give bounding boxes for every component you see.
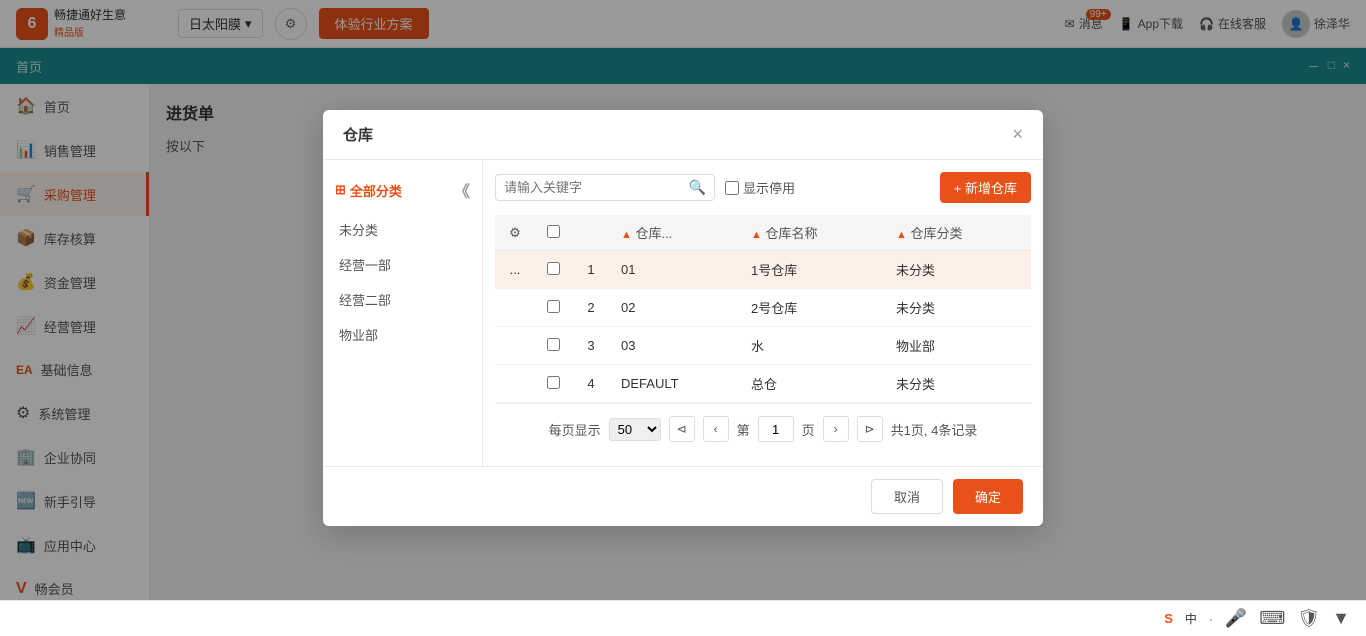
page-label: 页 — [802, 420, 815, 439]
grid-icon: ⊞ — [335, 182, 346, 198]
ime-icon[interactable]: S — [1164, 611, 1173, 626]
modal-close-button[interactable]: × — [1012, 124, 1023, 145]
modal-footer: 取消 确定 — [323, 466, 1043, 526]
prev-page-button[interactable]: ‹ — [703, 416, 729, 442]
row-name: 总仓 — [741, 365, 886, 403]
category-sidebar: ⊞ 全部分类 《 未分类 经营一部 经营二部 物业部 — [323, 160, 483, 466]
table-row[interactable]: 4 DEFAULT 总仓 未分类 — [495, 365, 1031, 403]
total-label: 共1页, 4条记录 — [891, 420, 978, 439]
row-number: 2 — [571, 289, 611, 327]
col-num — [571, 215, 611, 251]
all-categories-label[interactable]: 全部分类 — [350, 181, 402, 200]
row-category: 未分类 — [886, 289, 1031, 327]
modal-overlay: 仓库 × ⊞ 全部分类 《 未分类 经营一部 经营二部 物业部 — [0, 0, 1366, 636]
row-gear — [495, 289, 535, 327]
col-checkbox[interactable] — [535, 215, 571, 251]
row-category: 物业部 — [886, 327, 1031, 365]
row-number: 4 — [571, 365, 611, 403]
row-number: 1 — [571, 251, 611, 289]
col-category[interactable]: ▲ 仓库分类 — [886, 215, 1031, 251]
table-row[interactable]: 3 03 水 物业部 — [495, 327, 1031, 365]
row-category: 未分类 — [886, 251, 1031, 289]
category-item-dept2[interactable]: 经营二部 — [323, 282, 482, 317]
shield-icon[interactable]: 🛡 — [1297, 608, 1320, 629]
sort-icon-name: ▲ — [751, 229, 762, 241]
category-item-property[interactable]: 物业部 — [323, 317, 482, 352]
mic-icon[interactable]: 🎤 — [1225, 608, 1247, 629]
row-gear: ... — [495, 251, 535, 289]
row-code: 01 — [611, 251, 741, 289]
first-page-button[interactable]: ⊲ — [669, 416, 695, 442]
row-number: 3 — [571, 327, 611, 365]
search-icon[interactable]: 🔍 — [689, 179, 706, 196]
row-name: 水 — [741, 327, 886, 365]
row-category: 未分类 — [886, 365, 1031, 403]
dot-icon: · — [1209, 612, 1213, 626]
show-disabled-label[interactable]: 显示停用 — [725, 178, 795, 197]
collapse-icon[interactable]: 《 — [454, 178, 470, 202]
warehouse-modal: 仓库 × ⊞ 全部分类 《 未分类 经营一部 经营二部 物业部 — [323, 110, 1043, 526]
page-label-pre: 第 — [737, 420, 750, 439]
cancel-button[interactable]: 取消 — [871, 479, 943, 514]
add-warehouse-button[interactable]: + 新增仓库 — [940, 172, 1031, 203]
row-code: 02 — [611, 289, 741, 327]
confirm-button[interactable]: 确定 — [953, 479, 1023, 514]
keyboard-icon[interactable]: ⌨ — [1259, 608, 1285, 629]
category-item-dept1[interactable]: 经营一部 — [323, 247, 482, 282]
row-name: 2号仓库 — [741, 289, 886, 327]
per-page-select[interactable]: 50 10 20 100 — [609, 418, 661, 441]
row-checkbox-cell[interactable] — [535, 251, 571, 289]
table-row[interactable]: 2 02 2号仓库 未分类 — [495, 289, 1031, 327]
row-gear — [495, 327, 535, 365]
table-body: ... 1 01 1号仓库 未分类 2 02 2号仓库 未分类 3 03 水 物… — [495, 251, 1031, 403]
row-checkbox-cell[interactable] — [535, 327, 571, 365]
search-input[interactable] — [504, 180, 689, 195]
per-page-label: 每页显示 — [549, 420, 601, 439]
row-code: 03 — [611, 327, 741, 365]
sort-icon-code: ▲ — [621, 229, 632, 241]
row-checkbox-cell[interactable] — [535, 365, 571, 403]
modal-title: 仓库 — [343, 124, 373, 145]
col-name[interactable]: ▲ 仓库名称 — [741, 215, 886, 251]
row-code: DEFAULT — [611, 365, 741, 403]
table-area: 🔍 显示停用 + 新增仓库 ⚙ ▲ 仓库... ▲ 仓库名称 ▲ 仓库分类 — [483, 160, 1043, 466]
sort-icon-category: ▲ — [896, 229, 907, 241]
row-name: 1号仓库 — [741, 251, 886, 289]
col-code[interactable]: ▲ 仓库... — [611, 215, 741, 251]
modal-body: ⊞ 全部分类 《 未分类 经营一部 经营二部 物业部 🔍 — [323, 160, 1043, 466]
bottom-bar: S 中 · 🎤 ⌨ 🛡 ▼ — [0, 600, 1366, 636]
col-gear: ⚙ — [495, 215, 535, 251]
page-number-input[interactable] — [758, 416, 794, 442]
modal-header: 仓库 × — [323, 110, 1043, 160]
row-checkbox-cell[interactable] — [535, 289, 571, 327]
category-item-unclassified[interactable]: 未分类 — [323, 212, 482, 247]
expand-icon[interactable]: ▼ — [1332, 608, 1350, 629]
table-header: ⚙ ▲ 仓库... ▲ 仓库名称 ▲ 仓库分类 — [495, 215, 1031, 251]
table-toolbar: 🔍 显示停用 + 新增仓库 — [495, 172, 1031, 203]
next-page-button[interactable]: › — [823, 416, 849, 442]
row-gear — [495, 365, 535, 403]
select-all-checkbox[interactable] — [547, 225, 560, 238]
last-page-button[interactable]: ⊳ — [857, 416, 883, 442]
show-disabled-checkbox[interactable] — [725, 181, 739, 195]
table-wrapper: ⚙ ▲ 仓库... ▲ 仓库名称 ▲ 仓库分类 ... 1 01 1号仓库 未分… — [495, 215, 1031, 403]
ime-label[interactable]: 中 — [1185, 610, 1197, 627]
search-box: 🔍 — [495, 174, 715, 201]
warehouse-table: ⚙ ▲ 仓库... ▲ 仓库名称 ▲ 仓库分类 ... 1 01 1号仓库 未分… — [495, 215, 1031, 403]
pagination: 每页显示 50 10 20 100 ⊲ ‹ 第 页 › ⊳ 共1页, 4条记录 — [495, 403, 1031, 454]
table-row[interactable]: ... 1 01 1号仓库 未分类 — [495, 251, 1031, 289]
category-header: ⊞ 全部分类 《 — [323, 172, 482, 212]
show-disabled-text: 显示停用 — [743, 178, 795, 197]
